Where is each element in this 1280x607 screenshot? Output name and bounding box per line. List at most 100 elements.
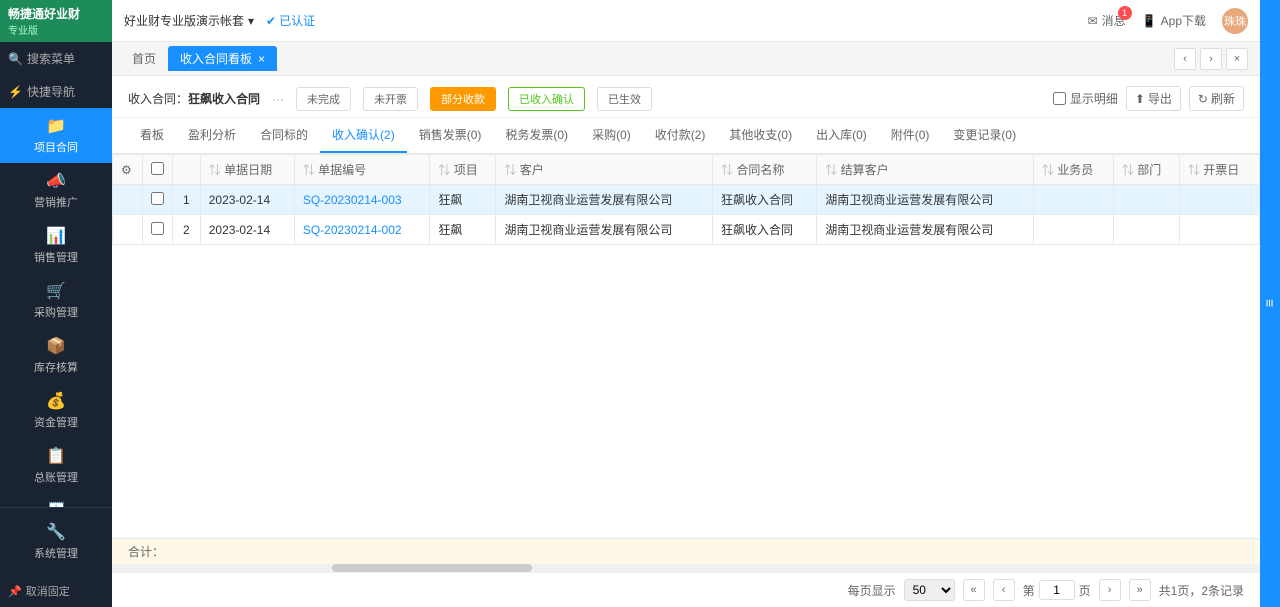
scrollbar-thumb[interactable] xyxy=(332,564,532,572)
cell-check-1[interactable] xyxy=(143,185,173,215)
main-area: 好业财专业版演示帐套 ▾ ✔ 已认证 ✉ 1 消息 📱 App下载 珠珠 xyxy=(112,0,1260,607)
contract-tab[interactable]: 收入合同看板 × xyxy=(168,46,277,71)
cell-code-1[interactable]: SQ-20230214-003 xyxy=(294,185,430,215)
cell-settings-1 xyxy=(113,185,143,215)
pagination-next-button[interactable]: › xyxy=(1099,579,1121,601)
pin-icon: 📌 xyxy=(8,585,22,598)
cell-department-1 xyxy=(1113,185,1179,215)
topbar: 好业财专业版演示帐套 ▾ ✔ 已认证 ✉ 1 消息 📱 App下载 珠珠 xyxy=(112,0,1260,42)
system-icon: 🔧 xyxy=(46,522,66,542)
data-table: ⚙ ⇅ 单据日期 ⇅ 单据编号 ⇅ 项目 ⇅ 客户 ⇅ 合同名称 ⇅ 结算客户 … xyxy=(112,154,1260,245)
row-check-1[interactable] xyxy=(151,192,164,205)
th-settings[interactable]: ⚙ xyxy=(113,155,143,185)
th-salesperson[interactable]: ⇅ 业务员 xyxy=(1033,155,1113,185)
select-all-checkbox[interactable] xyxy=(151,162,164,175)
tab-change-log[interactable]: 变更记录(0) xyxy=(941,118,1028,153)
cell-code-2[interactable]: SQ-20230214-002 xyxy=(294,215,430,245)
home-tab[interactable]: 首页 xyxy=(124,50,164,67)
export-button[interactable]: ⬆ 导出 xyxy=(1126,86,1181,111)
sidebar-item-marketing-label: 营销推广 xyxy=(34,194,78,210)
sidebar-item-marketing[interactable]: 📣 营销推广 xyxy=(0,163,112,218)
sidebar-item-funds-label: 资金管理 xyxy=(34,414,78,430)
show-detail-input[interactable] xyxy=(1053,92,1066,105)
status-confirmed-button[interactable]: 已收入确认 xyxy=(508,87,585,111)
sidebar: 畅捷通好业财 专业版 🔍 搜索菜单 ⚡ 快捷导航 📁 项目合同 📣 营销推广 📊… xyxy=(0,0,112,607)
tab-tax-invoice[interactable]: 税务发票(0) xyxy=(493,118,580,153)
tab-prev-button[interactable]: ‹ xyxy=(1174,48,1196,70)
row-check-2[interactable] xyxy=(151,222,164,235)
pagination-prev-button[interactable]: ‹ xyxy=(993,579,1015,601)
contract-more-button[interactable]: ··· xyxy=(272,92,284,106)
user-profile[interactable]: 珠珠 xyxy=(1222,8,1248,34)
company-selector[interactable]: 好业财专业版演示帐套 ▾ xyxy=(124,12,254,29)
tab-sales-invoice[interactable]: 销售发票(0) xyxy=(407,118,494,153)
table-row[interactable]: 2 2023-02-14 SQ-20230214-002 狂飙 湖南卫视商业运营… xyxy=(113,215,1260,245)
tab-attachment[interactable]: 附件(0) xyxy=(879,118,942,153)
status-effective-button[interactable]: 已生效 xyxy=(597,87,652,111)
last-icon: » xyxy=(1137,584,1143,596)
th-contract-name[interactable]: ⇅ 合同名称 xyxy=(712,155,816,185)
tab-warehouse[interactable]: 出入库(0) xyxy=(804,118,879,153)
tab-close-window-button[interactable]: × xyxy=(1226,48,1248,70)
th-project[interactable]: ⇅ 项目 xyxy=(430,155,496,185)
cell-contract-name-2: 狂飙收入合同 xyxy=(712,215,816,245)
pagination-first-button[interactable]: « xyxy=(963,579,985,601)
sidebar-item-project[interactable]: 📁 项目合同 xyxy=(0,108,112,163)
th-department[interactable]: ⇅ 部门 xyxy=(1113,155,1179,185)
tab-payment[interactable]: 收付款(2) xyxy=(643,118,718,153)
app-download-button[interactable]: 📱 App下载 xyxy=(1142,12,1206,29)
show-detail-checkbox[interactable]: 显示明细 xyxy=(1053,90,1118,107)
lightning-icon: ⚡ xyxy=(8,85,23,99)
tab-profit[interactable]: 盈利分析 xyxy=(176,118,248,153)
right-side-panel[interactable]: ≡ xyxy=(1260,0,1280,607)
refresh-button[interactable]: ↻ 刷新 xyxy=(1189,86,1244,111)
search-icon: 🔍 xyxy=(8,52,23,66)
sidebar-item-system[interactable]: 🔧 系统管理 xyxy=(0,514,112,569)
pagination-total-text: 共1页，2条记录 xyxy=(1159,582,1244,599)
status-incomplete-button[interactable]: 未完成 xyxy=(296,87,351,111)
link-code-2[interactable]: SQ-20230214-002 xyxy=(303,223,402,237)
pagination-last-button[interactable]: » xyxy=(1129,579,1151,601)
horizontal-scrollbar[interactable] xyxy=(112,564,1260,572)
tabbar-nav: ‹ › × xyxy=(1174,48,1248,70)
tab-board[interactable]: 看板 xyxy=(128,118,176,153)
th-customer[interactable]: ⇅ 客户 xyxy=(496,155,713,185)
tab-next-button[interactable]: › xyxy=(1200,48,1222,70)
tab-revenue-confirm[interactable]: 收入确认(2) xyxy=(320,118,407,153)
ledger-icon: 📋 xyxy=(46,446,66,466)
th-invoice-date[interactable]: ⇅ 开票日 xyxy=(1179,155,1259,185)
sidebar-quick-nav[interactable]: ⚡ 快捷导航 xyxy=(0,75,112,108)
link-code-1[interactable]: SQ-20230214-003 xyxy=(303,193,402,207)
table-row[interactable]: 1 2023-02-14 SQ-20230214-003 狂飙 湖南卫视商业运营… xyxy=(113,185,1260,215)
status-partial-button[interactable]: 部分收款 xyxy=(430,87,496,111)
sidebar-search[interactable]: 🔍 搜索菜单 xyxy=(0,42,112,75)
cell-end-customer-1: 湖南卫视商业运营发展有限公司 xyxy=(817,185,1034,215)
sidebar-unpin-button[interactable]: 📌 取消固定 xyxy=(0,575,112,607)
check-circle-icon: ✔ xyxy=(266,14,276,28)
tab-contract-target[interactable]: 合同标的 xyxy=(248,118,320,153)
cell-project-1: 狂飙 xyxy=(430,185,496,215)
app-download-label: App下载 xyxy=(1161,12,1206,29)
sidebar-item-sales[interactable]: 📊 销售管理 xyxy=(0,218,112,273)
sidebar-item-invoice-mgmt[interactable]: 🧾 发票管理 xyxy=(0,493,112,507)
message-button[interactable]: ✉ 1 消息 xyxy=(1088,12,1126,29)
status-no-invoice-button[interactable]: 未开票 xyxy=(363,87,418,111)
tab-purchase[interactable]: 采购(0) xyxy=(580,118,643,153)
export-icon: ⬆ xyxy=(1135,92,1145,106)
tab-other-income[interactable]: 其他收支(0) xyxy=(717,118,804,153)
sidebar-item-ledger[interactable]: 📋 总账管理 xyxy=(0,438,112,493)
th-end-customer[interactable]: ⇅ 结算客户 xyxy=(817,155,1034,185)
tab-close-icon[interactable]: × xyxy=(258,52,265,66)
message-icon: ✉ xyxy=(1088,14,1098,28)
th-code[interactable]: ⇅ 单据编号 xyxy=(294,155,430,185)
marketing-icon: 📣 xyxy=(46,171,66,191)
sidebar-item-inventory[interactable]: 📦 库存核算 xyxy=(0,328,112,383)
avatar: 珠珠 xyxy=(1222,8,1248,34)
page-number-input[interactable] xyxy=(1039,580,1075,600)
th-date[interactable]: ⇅ 单据日期 xyxy=(200,155,294,185)
sidebar-item-funds[interactable]: 💰 资金管理 xyxy=(0,383,112,438)
th-check[interactable] xyxy=(143,155,173,185)
sidebar-item-purchase[interactable]: 🛒 采购管理 xyxy=(0,273,112,328)
per-page-select[interactable]: 50 100 xyxy=(904,579,955,601)
cell-check-2[interactable] xyxy=(143,215,173,245)
